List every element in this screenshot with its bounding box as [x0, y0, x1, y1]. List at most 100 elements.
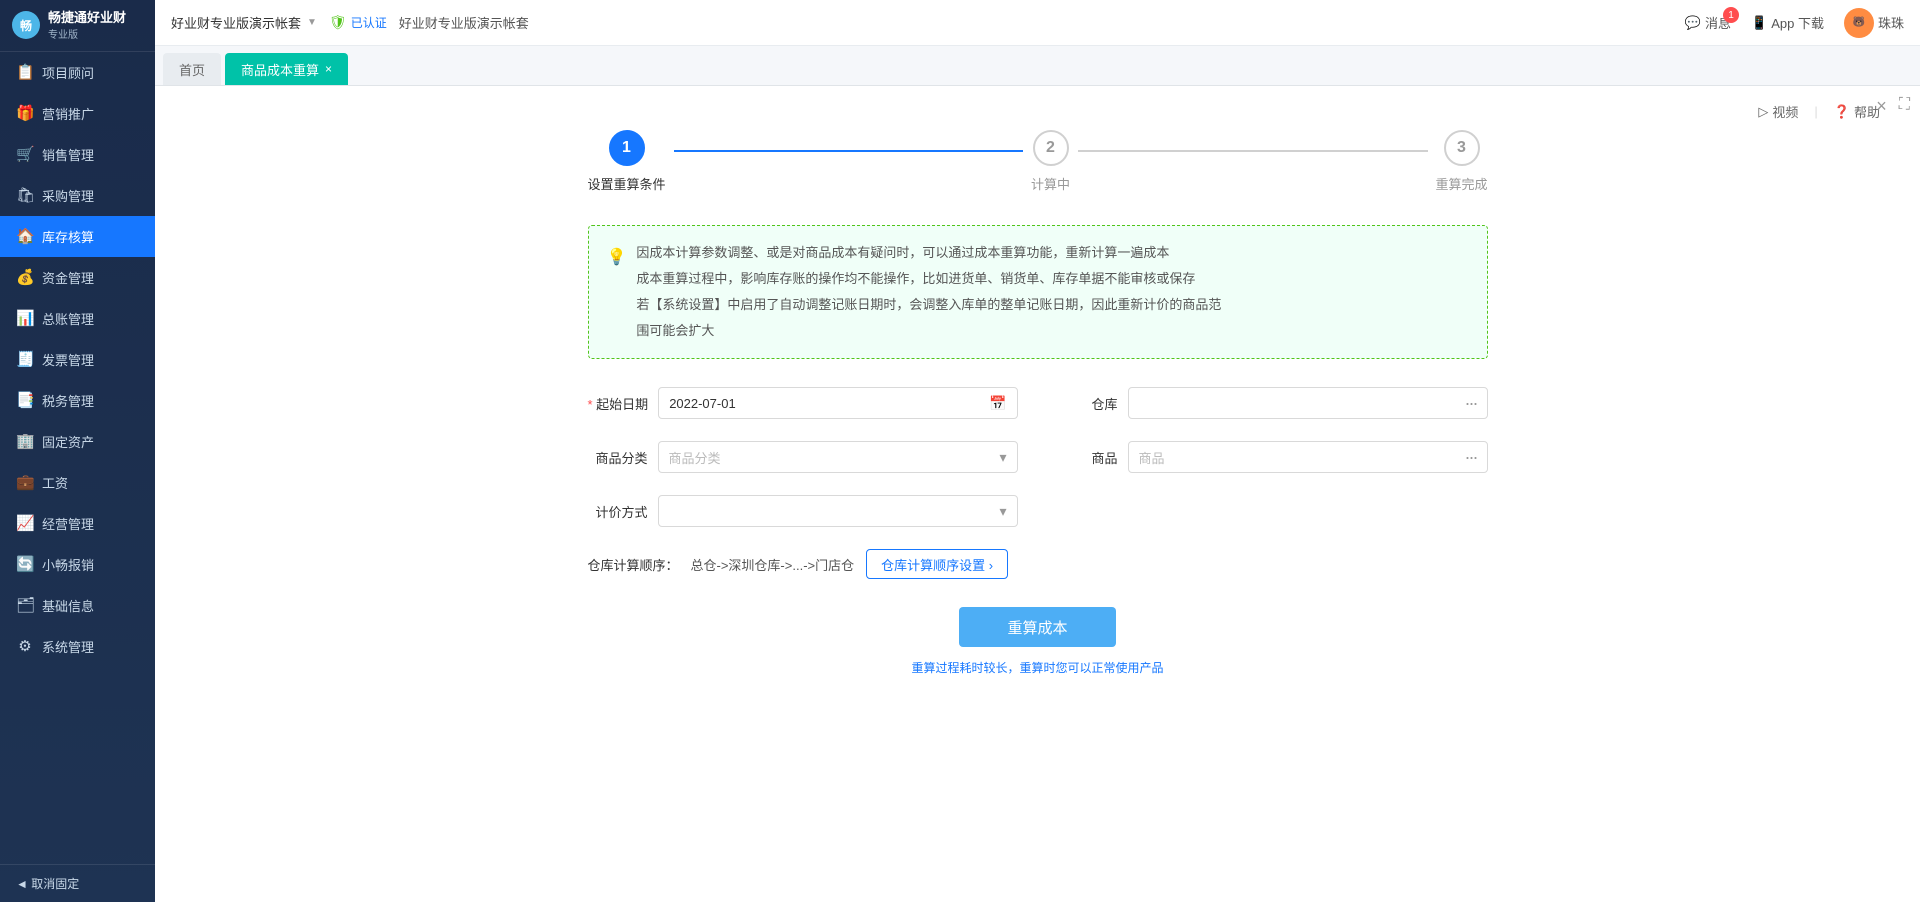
- play-icon: ▷: [1758, 104, 1768, 120]
- bulb-icon: 💡: [607, 242, 627, 344]
- sidebar-item-label: 采购管理: [42, 186, 94, 205]
- tax-icon: 📑: [16, 391, 34, 409]
- message-badge: 1: [1723, 7, 1739, 23]
- sidebar-unpin-button[interactable]: ◄ 取消固定: [0, 864, 155, 902]
- sidebar-item-purchase[interactable]: 🛍 采购管理: [0, 175, 155, 216]
- marketing-icon: 🎁: [16, 104, 34, 122]
- sidebar-item-finance[interactable]: 💰 资金管理: [0, 257, 155, 298]
- close-icon[interactable]: ×: [1876, 96, 1887, 117]
- content-area: ▷ 视频 | ❓ 帮助 × ⛶ 1 设置重算条件: [155, 86, 1920, 902]
- sidebar-item-invoice[interactable]: 🧾 发票管理: [0, 339, 155, 380]
- sidebar-item-label: 营销推广: [42, 104, 94, 123]
- project-icon: 📋: [16, 63, 34, 81]
- tabbar: 首页 商品成本重算 ×: [155, 46, 1920, 86]
- goods-field: 商品 商品 ···: [1058, 441, 1488, 473]
- warehouse-order-label: 仓库计算顺序：: [588, 555, 679, 574]
- step-1-circle: 1: [609, 130, 645, 166]
- user-avatar-button[interactable]: 🐻 珠珠: [1844, 8, 1904, 38]
- form-row-2: 商品分类 商品分类 ▾ 商品 商品 ···: [588, 441, 1488, 473]
- sidebar-item-label: 发票管理: [42, 350, 94, 369]
- window-controls: × ⛶: [1876, 96, 1910, 117]
- account-selector[interactable]: 好业财专业版演示帐套 ▼: [171, 13, 317, 32]
- sidebar: 畅 畅捷通好业财 专业版 📋 项目顾问 🎁 营销推广 🛒 销售管理 🛍 采购管理…: [0, 0, 155, 902]
- operation-icon: 📈: [16, 514, 34, 532]
- warehouse-field: 仓库 ···: [1058, 387, 1488, 419]
- category-select[interactable]: 商品分类 ▾: [658, 441, 1018, 473]
- sidebar-item-label: 税务管理: [42, 391, 94, 410]
- help-icon: ❓: [1834, 104, 1850, 120]
- warehouse-order-settings-button[interactable]: 仓库计算顺序设置 ›: [866, 549, 1008, 579]
- warehouse-order-row: 仓库计算顺序： 总仓->深圳仓库->...->门店仓 仓库计算顺序设置 ›: [588, 549, 1488, 579]
- step-3: 3 重算完成: [1436, 130, 1488, 193]
- sidebar-item-project[interactable]: 📋 项目顾问: [0, 52, 155, 93]
- warehouse-input[interactable]: ···: [1128, 387, 1488, 419]
- salary-icon: 💼: [16, 473, 34, 491]
- sidebar-item-tax[interactable]: 📑 税务管理: [0, 380, 155, 421]
- sidebar-item-system[interactable]: ⚙ 系统管理: [0, 626, 155, 667]
- tab-recalc-label: 商品成本重算: [241, 60, 319, 79]
- step-3-circle: 3: [1444, 130, 1480, 166]
- sidebar-item-accounting[interactable]: 📊 总账管理: [0, 298, 155, 339]
- finance-icon: 💰: [16, 268, 34, 286]
- tab-recalc[interactable]: 商品成本重算 ×: [225, 53, 348, 85]
- tab-close-icon[interactable]: ×: [325, 62, 332, 76]
- account-name: 好业财专业版演示帐套: [171, 13, 301, 32]
- step-2-label: 计算中: [1031, 174, 1070, 193]
- price-method-label: 计价方式: [588, 502, 648, 521]
- invoice-icon: 🧾: [16, 350, 34, 368]
- warehouse-more-icon: ···: [1465, 393, 1477, 414]
- topbar: 好业财专业版演示帐套 ▼ 🛡 已认证 好业财专业版演示帐套 💬 消息 1 📱 A…: [155, 0, 1920, 46]
- action-divider: |: [1814, 104, 1817, 119]
- start-date-field: 起始日期 2022-07-01 📅: [588, 387, 1018, 419]
- sidebar-item-sales[interactable]: 🛒 销售管理: [0, 134, 155, 175]
- shield-icon: 🛡: [329, 14, 347, 31]
- recalc-button[interactable]: 重算成本: [959, 607, 1115, 647]
- price-chevron-icon: ▾: [999, 503, 1006, 520]
- app-download-button[interactable]: 📱 App 下载: [1751, 13, 1824, 32]
- sidebar-item-label: 固定资产: [42, 432, 94, 451]
- sidebar-item-label: 系统管理: [42, 637, 94, 656]
- sidebar-item-label: 小畅报销: [42, 555, 94, 574]
- basic-icon: 🗂: [16, 596, 34, 614]
- sidebar-item-label: 经营管理: [42, 514, 94, 533]
- stepper: 1 设置重算条件 2 计算中 3 重算完成: [588, 130, 1488, 193]
- content-actions: ▷ 视频 | ❓ 帮助: [1758, 102, 1880, 121]
- sidebar-item-expense[interactable]: 🔄 小畅报销: [0, 544, 155, 585]
- info-box: 💡 因成本计算参数调整、或是对商品成本有疑问时，可以通过成本重算功能，重新计算一…: [588, 225, 1488, 359]
- sidebar-item-label: 库存核算: [42, 227, 94, 246]
- goods-label: 商品: [1058, 448, 1118, 467]
- sidebar-item-salary[interactable]: 💼 工资: [0, 462, 155, 503]
- price-method-select[interactable]: ▾: [658, 495, 1018, 527]
- sidebar-item-operation[interactable]: 📈 经营管理: [0, 503, 155, 544]
- sidebar-item-inventory[interactable]: 🏠 库存核算: [0, 216, 155, 257]
- sidebar-item-label: 总账管理: [42, 309, 94, 328]
- video-link[interactable]: ▷ 视频: [1758, 102, 1798, 121]
- sidebar-item-marketing[interactable]: 🎁 营销推广: [0, 93, 155, 134]
- start-date-input[interactable]: 2022-07-01 📅: [658, 387, 1017, 419]
- main-area: 好业财专业版演示帐套 ▼ 🛡 已认证 好业财专业版演示帐套 💬 消息 1 📱 A…: [155, 0, 1920, 902]
- topbar-right: 💬 消息 1 📱 App 下载 🐻 珠珠: [1685, 8, 1904, 38]
- user-name: 珠珠: [1878, 13, 1904, 32]
- start-date-label: 起始日期: [588, 394, 649, 413]
- form-row-3: 计价方式 ▾: [588, 495, 1488, 527]
- step-2: 2 计算中: [1031, 130, 1070, 193]
- recalc-hint: 重算过程耗时较长，重算时您可以正常使用产品: [588, 659, 1488, 676]
- tab-home[interactable]: 首页: [163, 53, 221, 85]
- price-method-field: 计价方式 ▾: [588, 495, 1018, 527]
- goods-input[interactable]: 商品 ···: [1128, 441, 1488, 473]
- sidebar-nav: 📋 项目顾问 🎁 营销推广 🛒 销售管理 🛍 采购管理 🏠 库存核算 💰 资金管…: [0, 52, 155, 864]
- sidebar-item-asset[interactable]: 🏢 固定资产: [0, 421, 155, 462]
- sales-icon: 🛒: [16, 145, 34, 163]
- help-link[interactable]: ❓ 帮助: [1834, 102, 1880, 121]
- sidebar-item-basic[interactable]: 🗂 基础信息: [0, 585, 155, 626]
- inventory-icon: 🏠: [16, 227, 34, 245]
- tab-home-label: 首页: [179, 60, 205, 79]
- phone-icon: 📱: [1751, 15, 1767, 31]
- step-3-label: 重算完成: [1436, 174, 1488, 193]
- message-button[interactable]: 💬 消息 1: [1685, 13, 1731, 32]
- step-line-1: [674, 150, 1023, 152]
- warehouse-label: 仓库: [1058, 394, 1118, 413]
- app-name: 畅捷通好业财: [48, 10, 126, 26]
- expand-icon[interactable]: ⛶: [1899, 96, 1910, 117]
- step-2-circle: 2: [1033, 130, 1069, 166]
